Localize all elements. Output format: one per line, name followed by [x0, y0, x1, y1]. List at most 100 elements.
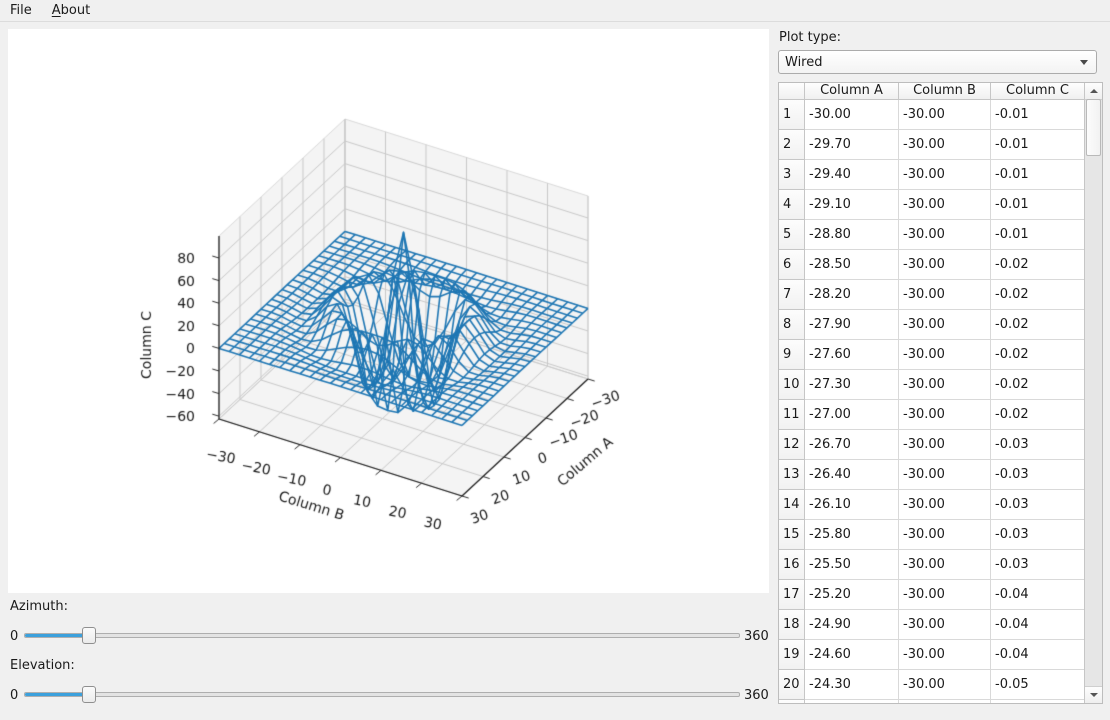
row-index-cell[interactable]: 2	[779, 130, 805, 160]
cell-column-b[interactable]: -30.00	[899, 490, 991, 520]
arrow-up-icon	[1090, 89, 1098, 93]
cell-column-b[interactable]: -30.00	[899, 640, 991, 670]
row-index-cell[interactable]: 4	[779, 190, 805, 220]
cell-column-c[interactable]: -0.05	[991, 670, 1084, 700]
plot-type-select[interactable]: Wired	[778, 50, 1097, 74]
row-index-cell[interactable]: 11	[779, 400, 805, 430]
row-index-cell[interactable]: 17	[779, 580, 805, 610]
cell-column-a[interactable]: -26.70	[805, 430, 899, 460]
cell-column-b[interactable]: -30.00	[899, 580, 991, 610]
row-index-cell[interactable]: 9	[779, 340, 805, 370]
cell-column-c[interactable]: -0.04	[991, 610, 1084, 640]
row-index-cell[interactable]: 20	[779, 670, 805, 700]
row-index-cell[interactable]: 10	[779, 370, 805, 400]
row-index-cell[interactable]: 15	[779, 520, 805, 550]
cell-column-b[interactable]	[899, 700, 991, 703]
menu-item-about[interactable]: About	[42, 1, 100, 21]
cell-column-c[interactable]: -0.03	[991, 460, 1084, 490]
cell-column-b[interactable]: -30.00	[899, 370, 991, 400]
cell-column-a[interactable]: -28.80	[805, 220, 899, 250]
row-index-cell[interactable]: 5	[779, 220, 805, 250]
cell-column-c[interactable]: -0.01	[991, 130, 1084, 160]
cell-column-c[interactable]: -0.02	[991, 370, 1084, 400]
cell-column-c[interactable]: -0.04	[991, 580, 1084, 610]
cell-column-c[interactable]: -0.03	[991, 430, 1084, 460]
cell-column-c[interactable]	[991, 700, 1084, 703]
cell-column-b[interactable]: -30.00	[899, 340, 991, 370]
cell-column-a[interactable]: -29.40	[805, 160, 899, 190]
scroll-down-button[interactable]	[1085, 686, 1102, 703]
row-index-cell[interactable]: 1	[779, 100, 805, 130]
cell-column-b[interactable]: -30.00	[899, 160, 991, 190]
cell-column-b[interactable]: -30.00	[899, 430, 991, 460]
cell-column-a[interactable]: -28.20	[805, 280, 899, 310]
cell-column-b[interactable]: -30.00	[899, 130, 991, 160]
cell-column-c[interactable]: -0.04	[991, 640, 1084, 670]
cell-column-c[interactable]: -0.02	[991, 250, 1084, 280]
table-scrollbar[interactable]	[1084, 83, 1102, 703]
cell-column-a[interactable]: -28.50	[805, 250, 899, 280]
cell-column-a[interactable]: -27.90	[805, 310, 899, 340]
cell-column-a[interactable]: -27.30	[805, 370, 899, 400]
row-index-cell[interactable]: 18	[779, 610, 805, 640]
row-index-cell[interactable]: 8	[779, 310, 805, 340]
menu-item-file[interactable]: File	[0, 1, 42, 21]
cell-column-c[interactable]: -0.02	[991, 340, 1084, 370]
cell-column-b[interactable]: -30.00	[899, 610, 991, 640]
cell-column-b[interactable]: -30.00	[899, 280, 991, 310]
row-index-cell[interactable]: 3	[779, 160, 805, 190]
cell-column-a[interactable]: -24.90	[805, 610, 899, 640]
cell-column-a[interactable]: -27.60	[805, 340, 899, 370]
cell-column-a[interactable]: -25.20	[805, 580, 899, 610]
cell-column-c[interactable]: -0.01	[991, 160, 1084, 190]
cell-column-b[interactable]: -30.00	[899, 520, 991, 550]
scroll-up-button[interactable]	[1085, 83, 1102, 100]
cell-column-a[interactable]: -26.40	[805, 460, 899, 490]
cell-column-a[interactable]: -29.70	[805, 130, 899, 160]
cell-column-a[interactable]: -27.00	[805, 400, 899, 430]
row-index-cell[interactable]: 19	[779, 640, 805, 670]
cell-column-b[interactable]: -30.00	[899, 550, 991, 580]
cell-column-a[interactable]: -29.10	[805, 190, 899, 220]
row-index-cell[interactable]: 14	[779, 490, 805, 520]
cell-column-a[interactable]: -25.50	[805, 550, 899, 580]
row-index-cell[interactable]: 6	[779, 250, 805, 280]
cell-column-b[interactable]: -30.00	[899, 400, 991, 430]
cell-column-a[interactable]: -24.60	[805, 640, 899, 670]
cell-column-c[interactable]: -0.02	[991, 400, 1084, 430]
cell-column-a[interactable]	[805, 700, 899, 703]
cell-column-a[interactable]: -25.80	[805, 520, 899, 550]
azimuth-slider-handle[interactable]	[82, 627, 96, 644]
row-index-cell[interactable]: 7	[779, 280, 805, 310]
cell-column-c[interactable]: -0.01	[991, 220, 1084, 250]
cell-column-b[interactable]: -30.00	[899, 310, 991, 340]
row-index-cell[interactable]: 12	[779, 430, 805, 460]
cell-column-b[interactable]: -30.00	[899, 100, 991, 130]
cell-column-b[interactable]: -30.00	[899, 220, 991, 250]
row-index-cell[interactable]	[779, 700, 805, 703]
plot-canvas[interactable]	[8, 29, 769, 593]
row-index-cell[interactable]: 13	[779, 460, 805, 490]
cell-column-a[interactable]: -24.30	[805, 670, 899, 700]
cell-column-c[interactable]: -0.01	[991, 190, 1084, 220]
cell-column-c[interactable]: -0.03	[991, 550, 1084, 580]
cell-column-c[interactable]: -0.02	[991, 280, 1084, 310]
elevation-slider[interactable]	[24, 692, 740, 697]
cell-column-b[interactable]: -30.00	[899, 250, 991, 280]
column-header-c[interactable]: Column C	[991, 83, 1084, 100]
cell-column-a[interactable]: -26.10	[805, 490, 899, 520]
cell-column-c[interactable]: -0.01	[991, 100, 1084, 130]
cell-column-c[interactable]: -0.03	[991, 520, 1084, 550]
scrollbar-thumb[interactable]	[1086, 99, 1101, 156]
elevation-slider-handle[interactable]	[82, 686, 96, 703]
cell-column-b[interactable]: -30.00	[899, 460, 991, 490]
azimuth-slider[interactable]	[24, 633, 740, 638]
cell-column-b[interactable]: -30.00	[899, 670, 991, 700]
cell-column-b[interactable]: -30.00	[899, 190, 991, 220]
row-index-cell[interactable]: 16	[779, 550, 805, 580]
cell-column-c[interactable]: -0.03	[991, 490, 1084, 520]
cell-column-c[interactable]: -0.02	[991, 310, 1084, 340]
cell-column-a[interactable]: -30.00	[805, 100, 899, 130]
column-header-b[interactable]: Column B	[899, 83, 991, 100]
column-header-a[interactable]: Column A	[805, 83, 899, 100]
